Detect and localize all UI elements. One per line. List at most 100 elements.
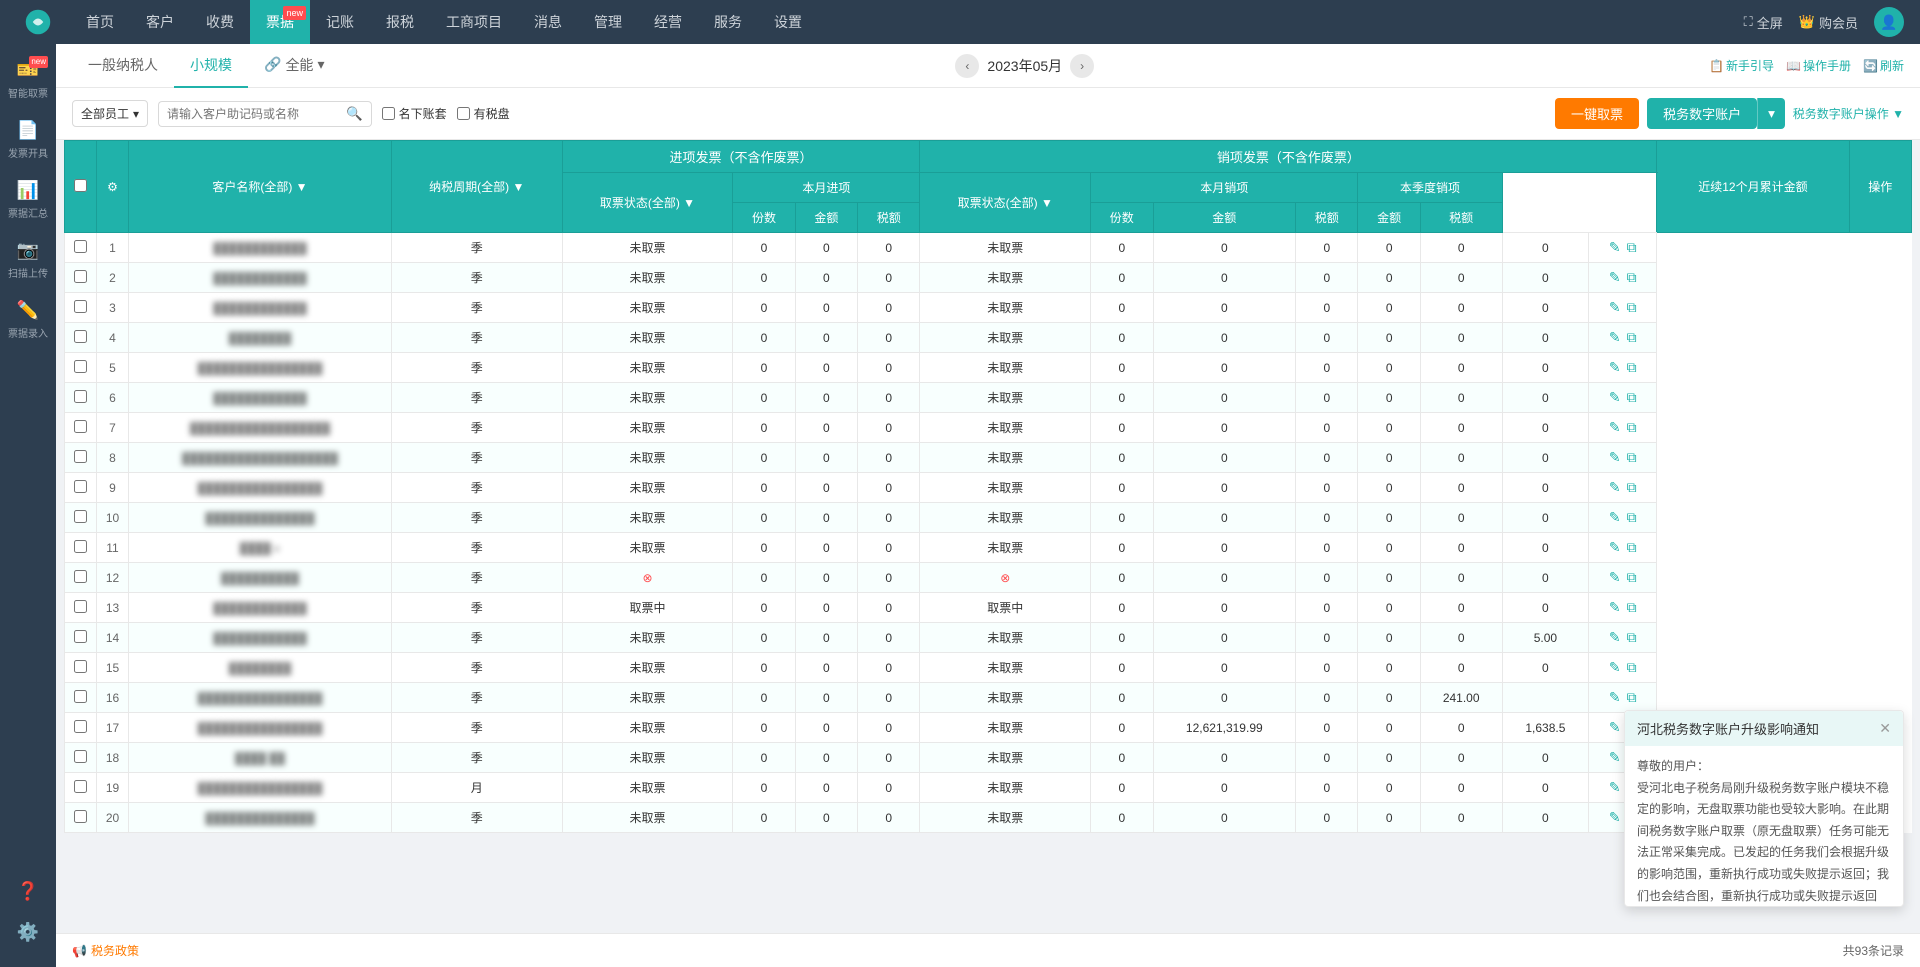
edit-btn[interactable]: ✎ (1609, 479, 1621, 496)
tax-digital-account-btn[interactable]: 税务数字账户 (1647, 98, 1757, 129)
nav-manage[interactable]: 管理 (578, 0, 638, 44)
td-customer-name[interactable]: ████████████████ (129, 713, 392, 743)
nav-home[interactable]: 首页 (70, 0, 130, 44)
td-customer-name[interactable]: ████████████ (129, 593, 392, 623)
sidebar-item-summary[interactable]: 📊 票据汇总 (2, 172, 54, 228)
sidebar-item-smart-ticket[interactable]: 🎫 智能取票 new (2, 52, 54, 108)
edit-btn[interactable]: ✎ (1609, 779, 1621, 796)
td-customer-name[interactable]: ████████████████████ (129, 443, 392, 473)
td-customer-name[interactable]: ████████████████ (129, 773, 392, 803)
copy-btn[interactable]: ⧉ (1627, 389, 1637, 406)
sidebar-help[interactable]: ❓ (2, 873, 54, 910)
copy-btn[interactable]: ⧉ (1627, 659, 1637, 676)
search-input[interactable] (158, 101, 338, 127)
edit-btn[interactable]: ✎ (1609, 299, 1621, 316)
tab-all[interactable]: 🔗 全能 ▾ (248, 44, 340, 88)
row-checkbox[interactable] (74, 660, 87, 673)
copy-btn[interactable]: ⧉ (1627, 449, 1637, 466)
tab-general-taxpayer[interactable]: 一般纳税人 (72, 44, 174, 88)
has-tax-checkbox[interactable]: 有税盘 (457, 105, 510, 122)
row-checkbox[interactable] (74, 510, 87, 523)
tax-policy-link[interactable]: 📢 税务政策 (72, 942, 139, 959)
nav-invoice[interactable]: 票据 new (250, 0, 310, 44)
sidebar-item-scan[interactable]: 📷 扫描上传 (2, 232, 54, 288)
row-checkbox[interactable] (74, 390, 87, 403)
row-checkbox[interactable] (74, 270, 87, 283)
new-user-guide-btn[interactable]: 📋 新手引导 (1709, 57, 1774, 74)
td-customer-name[interactable]: ████████ (129, 323, 392, 353)
prev-month-btn[interactable]: ‹ (955, 54, 979, 78)
td-customer-name[interactable]: ████████████████ (129, 353, 392, 383)
copy-btn[interactable]: ⧉ (1627, 599, 1637, 616)
employee-select[interactable]: 全部员工 ▾ (72, 100, 148, 127)
row-checkbox[interactable] (74, 630, 87, 643)
nav-service[interactable]: 服务 (698, 0, 758, 44)
copy-btn[interactable]: ⧉ (1627, 239, 1637, 256)
edit-btn[interactable]: ✎ (1609, 749, 1621, 766)
th-in-status[interactable]: 取票状态(全部) ▼ (562, 173, 733, 233)
has-tax-check[interactable] (457, 107, 470, 120)
edit-btn[interactable]: ✎ (1609, 419, 1621, 436)
copy-btn[interactable]: ⧉ (1627, 539, 1637, 556)
copy-btn[interactable]: ⧉ (1627, 359, 1637, 376)
copy-btn[interactable]: ⧉ (1627, 689, 1637, 706)
notification-close-btn[interactable]: ✕ (1879, 720, 1891, 737)
row-checkbox[interactable] (74, 810, 87, 823)
td-customer-name[interactable]: ████████████ (129, 233, 392, 263)
down-account-check[interactable] (382, 107, 395, 120)
row-checkbox[interactable] (74, 540, 87, 553)
edit-btn[interactable]: ✎ (1609, 329, 1621, 346)
copy-btn[interactable]: ⧉ (1627, 329, 1637, 346)
th-out-status[interactable]: 取票状态(全部) ▼ (920, 173, 1091, 233)
sidebar-item-entry[interactable]: ✏️ 票据录入 (2, 292, 54, 348)
refresh-btn[interactable]: 🔄 刷新 (1863, 57, 1904, 74)
td-customer-name[interactable]: ████████ (129, 653, 392, 683)
nav-bookkeeping[interactable]: 记账 (310, 0, 370, 44)
th-customer-name[interactable]: 客户名称(全部) ▼ (129, 141, 392, 233)
copy-btn[interactable]: ⧉ (1627, 419, 1637, 436)
nav-business[interactable]: 工商项目 (430, 0, 518, 44)
edit-btn[interactable]: ✎ (1609, 569, 1621, 586)
select-all-checkbox[interactable] (74, 179, 87, 192)
th-tax-cycle[interactable]: 纳税周期(全部) ▼ (391, 141, 562, 233)
td-customer-name[interactable]: ██████████████████ (129, 413, 392, 443)
edit-btn[interactable]: ✎ (1609, 269, 1621, 286)
td-customer-name[interactable]: ████████████████ (129, 683, 392, 713)
edit-btn[interactable]: ✎ (1609, 599, 1621, 616)
td-customer-name[interactable]: ████████████████ (129, 473, 392, 503)
td-customer-name[interactable]: ██████████ (129, 563, 392, 593)
copy-btn[interactable]: ⧉ (1627, 269, 1637, 286)
manual-btn[interactable]: 📖 操作手册 (1786, 57, 1851, 74)
td-customer-name[interactable]: ████ ██ (129, 743, 392, 773)
copy-btn[interactable]: ⧉ (1627, 569, 1637, 586)
tax-digital-account-op-btn[interactable]: 税务数字账户操作 ▼ (1793, 105, 1904, 122)
edit-btn[interactable]: ✎ (1609, 449, 1621, 466)
nav-settings[interactable]: 设置 (758, 0, 818, 44)
td-customer-name[interactable]: ████████████ (129, 263, 392, 293)
sidebar-item-open-invoice[interactable]: 📄 发票开具 (2, 112, 54, 168)
nav-customer[interactable]: 客户 (130, 0, 190, 44)
edit-btn[interactable]: ✎ (1609, 239, 1621, 256)
tax-digital-dropdown-btn[interactable]: ▾ (1757, 98, 1785, 129)
edit-btn[interactable]: ✎ (1609, 809, 1621, 826)
fullscreen-btn[interactable]: ⛶ 全屏 (1744, 13, 1783, 32)
search-btn[interactable]: 🔍 (338, 101, 372, 127)
edit-btn[interactable]: ✎ (1609, 509, 1621, 526)
next-month-btn[interactable]: › (1070, 54, 1094, 78)
copy-btn[interactable]: ⧉ (1627, 479, 1637, 496)
row-checkbox[interactable] (74, 780, 87, 793)
row-checkbox[interactable] (74, 450, 87, 463)
copy-btn[interactable]: ⧉ (1627, 299, 1637, 316)
row-checkbox[interactable] (74, 750, 87, 763)
edit-btn[interactable]: ✎ (1609, 389, 1621, 406)
nav-operation[interactable]: 经营 (638, 0, 698, 44)
nav-fee[interactable]: 收费 (190, 0, 250, 44)
edit-btn[interactable]: ✎ (1609, 629, 1621, 646)
edit-btn[interactable]: ✎ (1609, 659, 1621, 676)
sidebar-settings[interactable]: ⚙️ (2, 914, 54, 951)
tab-small-scale[interactable]: 小规模 (174, 44, 248, 88)
row-checkbox[interactable] (74, 600, 87, 613)
row-checkbox[interactable] (74, 240, 87, 253)
td-customer-name[interactable]: ████████████ (129, 293, 392, 323)
td-customer-name[interactable]: ████████████ (129, 623, 392, 653)
